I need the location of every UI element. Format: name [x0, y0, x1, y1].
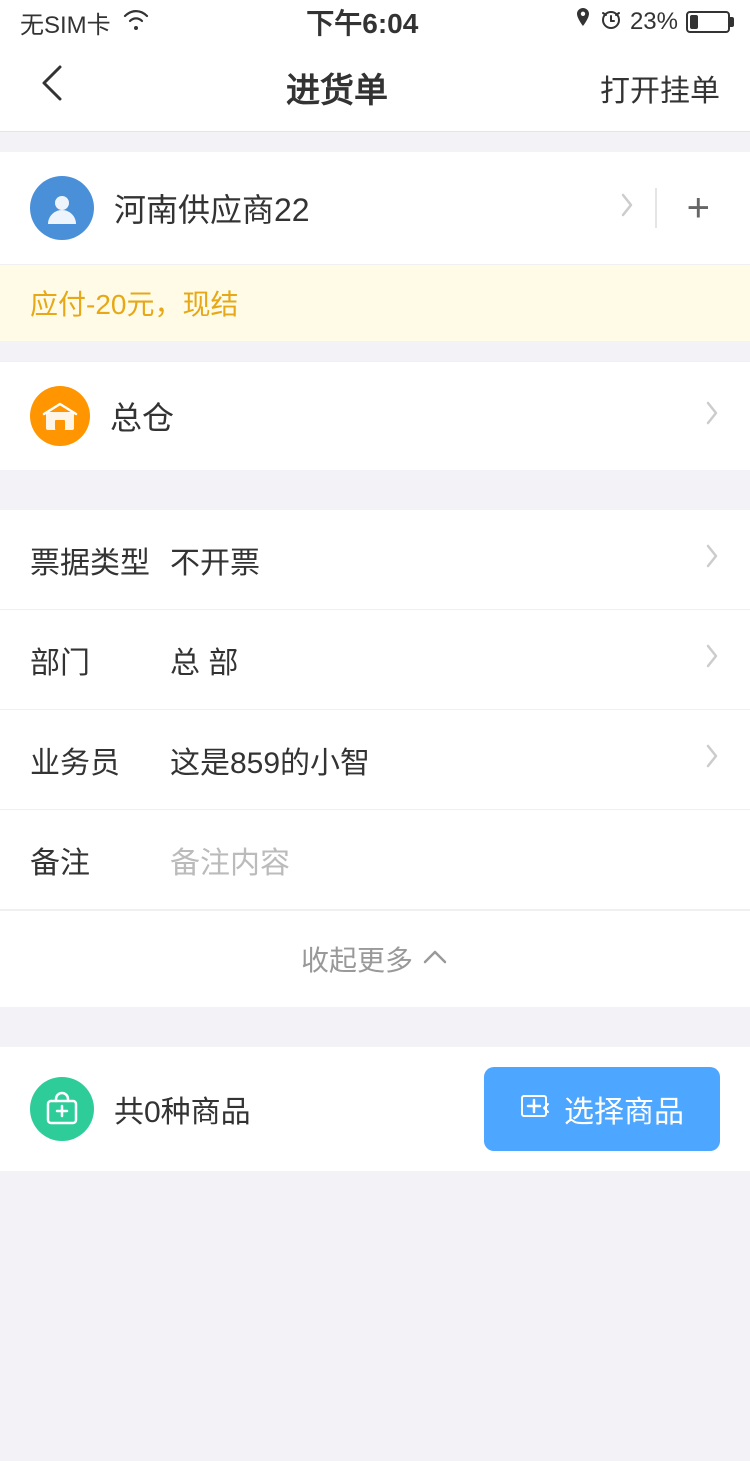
section-gap-2: [0, 341, 750, 361]
vertical-divider: [655, 188, 657, 228]
invoice-chevron-icon: [704, 542, 720, 577]
form-section: 票据类型 不开票 部门 总 部 业务员 这是859的小智 备注 备注内容 收起更…: [0, 510, 750, 1007]
location-icon: [574, 8, 592, 37]
invoice-value: 不开票: [170, 538, 704, 582]
select-product-button[interactable]: 选择商品: [484, 1067, 720, 1151]
invoice-label: 票据类型: [30, 538, 170, 582]
section-gap-1: [0, 132, 750, 152]
salesperson-value: 这是859的小智: [170, 738, 704, 782]
add-supplier-button[interactable]: +: [677, 181, 720, 236]
bottom-fill: [0, 1171, 750, 1461]
product-icon: [30, 1077, 94, 1141]
status-right: 23%: [574, 8, 730, 37]
invoice-row[interactable]: 票据类型 不开票: [0, 510, 750, 610]
warehouse-icon: [30, 386, 90, 446]
product-bar: 共0种商品 选择商品: [0, 1047, 750, 1171]
back-button[interactable]: [30, 53, 74, 122]
department-row[interactable]: 部门 总 部: [0, 610, 750, 710]
collapse-label: 收起更多: [301, 939, 413, 979]
wifi-icon: [121, 8, 151, 36]
remark-label: 备注: [30, 838, 170, 882]
supplier-row[interactable]: 河南供应商22 +: [0, 152, 750, 265]
nav-bar: 进货单 打开挂单: [0, 44, 750, 132]
status-time: 下午6:04: [306, 2, 418, 42]
notice-text: 应付-20元，现结: [30, 289, 238, 320]
open-pending-button[interactable]: 打开挂单: [600, 66, 720, 110]
warehouse-chevron-icon: [704, 399, 720, 434]
remark-input[interactable]: 备注内容: [170, 838, 720, 882]
salesperson-row[interactable]: 业务员 这是859的小智: [0, 710, 750, 810]
select-product-icon: [520, 1092, 552, 1127]
department-label: 部门: [30, 638, 170, 682]
signal-label: 无SIM卡: [20, 5, 111, 40]
section-gap-4: [0, 1007, 750, 1027]
salesperson-label: 业务员: [30, 738, 170, 782]
warehouse-name: 总仓: [110, 393, 704, 439]
supplier-section: 河南供应商22 + 应付-20元，现结: [0, 152, 750, 341]
collapse-icon: [421, 945, 449, 973]
product-count: 共0种商品: [114, 1087, 464, 1131]
warehouse-row[interactable]: 总仓: [0, 361, 750, 470]
supplier-chevron-icon: [619, 191, 635, 226]
remark-row[interactable]: 备注 备注内容: [0, 810, 750, 910]
supplier-avatar: [30, 176, 94, 240]
section-gap-3: [0, 470, 750, 490]
supplier-name: 河南供应商22: [114, 185, 619, 231]
warehouse-section: 总仓: [0, 361, 750, 470]
status-bar: 无SIM卡 下午6:04 23%: [0, 0, 750, 44]
alarm-icon: [600, 8, 622, 37]
collapse-row[interactable]: 收起更多: [0, 910, 750, 1007]
notice-row: 应付-20元，现结: [0, 265, 750, 341]
status-left: 无SIM卡: [20, 5, 151, 40]
select-product-label: 选择商品: [564, 1087, 684, 1131]
department-value: 总 部: [170, 638, 704, 682]
battery-icon: [686, 11, 730, 33]
battery-percent: 23%: [630, 8, 678, 36]
salesperson-chevron-icon: [704, 742, 720, 777]
page-title: 进货单: [286, 63, 388, 112]
department-chevron-icon: [704, 642, 720, 677]
